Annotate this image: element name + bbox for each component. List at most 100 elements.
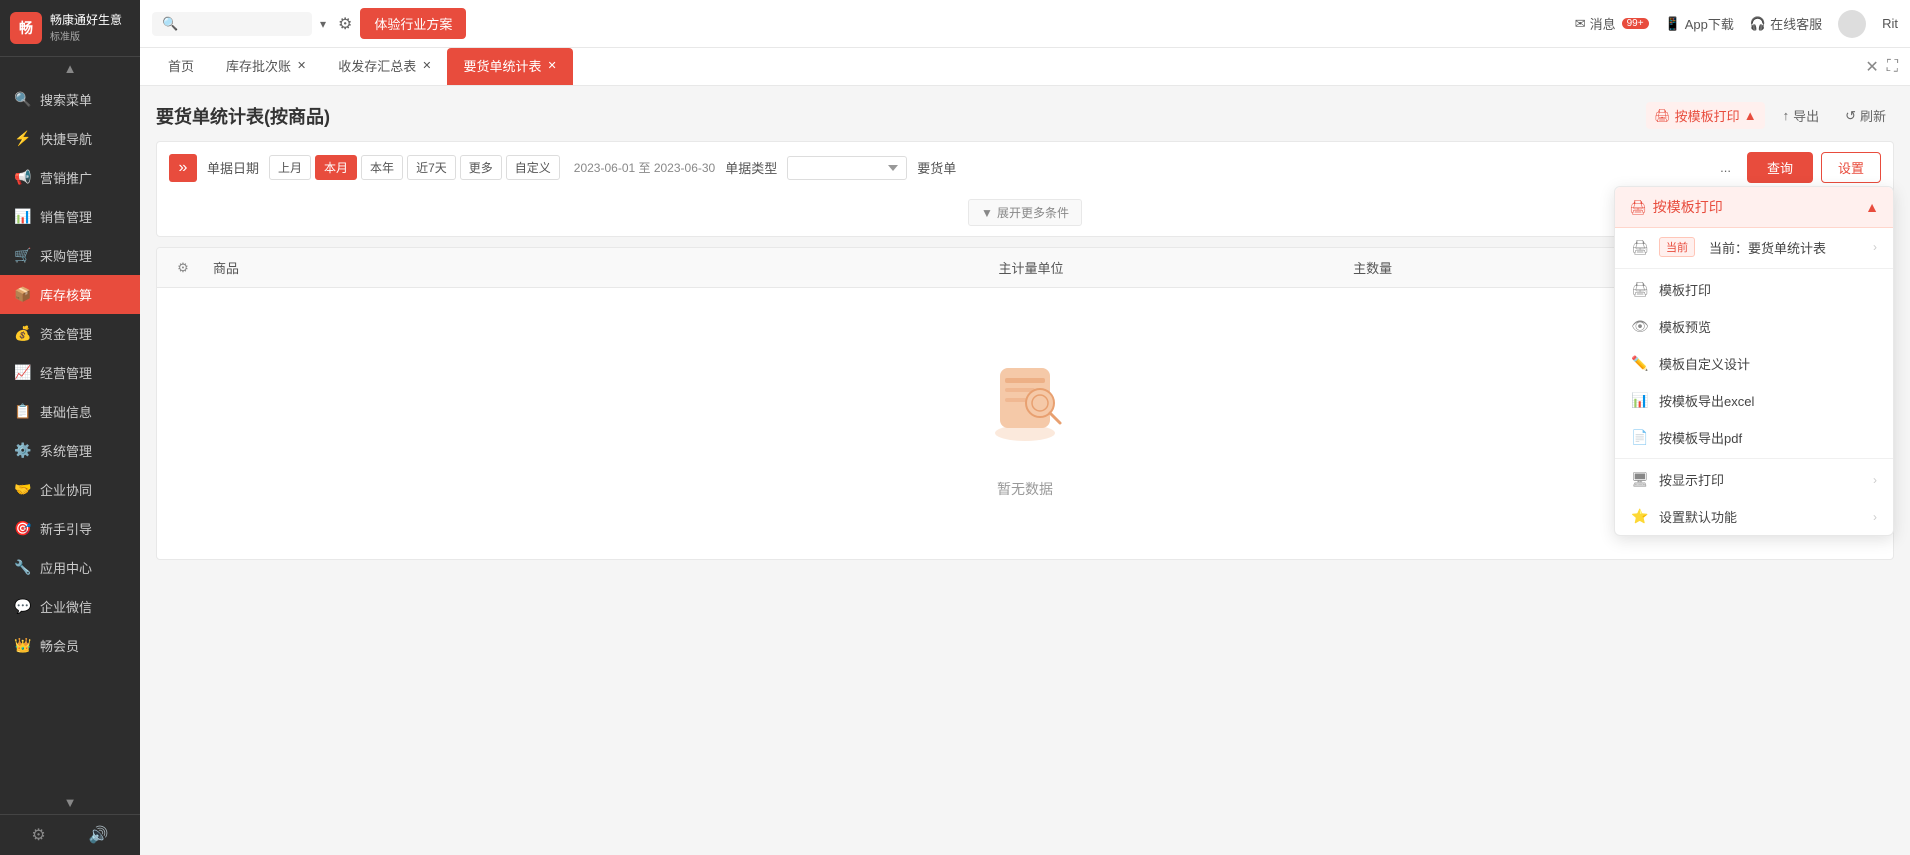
tab-inventory-batch[interactable]: 库存批次账 ✕: [210, 48, 322, 85]
trial-button[interactable]: 体验行业方案: [360, 8, 466, 39]
sidebar-item-wechat[interactable]: 💬 企业微信: [0, 587, 140, 626]
sidebar-item-label: 基础信息: [40, 402, 92, 421]
sidebar-logo: 畅 畅康通好生意 标准版: [0, 0, 140, 57]
tab-expand-icon[interactable]: ⛶: [1887, 58, 1898, 76]
design-icon-item3: ✏️: [1631, 355, 1649, 372]
search-icon: 🔍: [14, 91, 32, 108]
tab-order-stats[interactable]: 要货单统计表 ✕: [447, 48, 572, 85]
sidebar-item-label: 采购管理: [40, 246, 92, 265]
expand-icon: ▼: [981, 206, 993, 220]
default-icon: ⭐: [1631, 508, 1649, 525]
dropdown-item-template-preview[interactable]: 👁 模板预览: [1615, 308, 1893, 345]
date-filter-label: 单据日期: [207, 158, 259, 177]
avatar[interactable]: [1838, 10, 1866, 38]
date-range-display: 2023-06-01 至 2023-06-30: [574, 159, 715, 176]
order-type-select[interactable]: [787, 156, 907, 180]
sidebar-item-nav[interactable]: ⚡ 快捷导航: [0, 119, 140, 158]
sidebar-item-label: 新手引导: [40, 519, 92, 538]
search-input[interactable]: [184, 17, 304, 31]
current-template-icon: 🖨: [1631, 239, 1649, 256]
dropdown-item-export-pdf[interactable]: 📄 按模板导出pdf: [1615, 419, 1893, 456]
chevron-right-icon-display: ›: [1873, 473, 1877, 487]
sidebar-item-marketing[interactable]: 📢 营销推广: [0, 158, 140, 197]
dropdown-collapse-icon[interactable]: ▲: [1865, 199, 1879, 215]
app-download-btn[interactable]: 📱 App下载: [1665, 14, 1734, 33]
tab-inventory-batch-close[interactable]: ✕: [297, 59, 306, 72]
dropdown-title: 🖨 按模板打印: [1629, 197, 1723, 217]
tab-order-stats-close[interactable]: ✕: [548, 59, 557, 72]
sidebar-item-enterprise[interactable]: 🤝 企业协同: [0, 470, 140, 509]
dropdown-item-label-2: 模板预览: [1659, 317, 1711, 336]
handshake-icon: 🤝: [14, 481, 32, 498]
date-buttons: 上月 本月 本年 近7天 更多 自定义: [269, 155, 560, 180]
dropdown-item-label-4: 按模板导出excel: [1659, 391, 1754, 410]
filter-actions: ... 查询 设置: [1712, 152, 1881, 183]
dropdown-item-set-default[interactable]: ⭐ 设置默认功能 ›: [1615, 498, 1893, 535]
export-btn[interactable]: ↑ 导出: [1775, 102, 1828, 129]
sidebar-item-label: 企业微信: [40, 597, 92, 616]
chart-icon: 📊: [14, 208, 32, 225]
date-prev-month[interactable]: 上月: [269, 155, 311, 180]
dropdown-item-template-design[interactable]: ✏️ 模板自定义设计: [1615, 345, 1893, 382]
settings-footer-icon[interactable]: ⚙: [31, 825, 45, 845]
audio-footer-icon[interactable]: 🔊: [89, 825, 109, 845]
tab-home[interactable]: 首页: [152, 48, 210, 85]
sidebar-item-purchase[interactable]: 🛒 采购管理: [0, 236, 140, 275]
tab-receipt-summary[interactable]: 收发存汇总表 ✕: [322, 48, 447, 85]
sidebar-item-inventory[interactable]: 📦 库存核算: [0, 275, 140, 314]
online-service-btn[interactable]: 🎧 在线客服: [1750, 14, 1822, 33]
order-goods-label: 要货单: [917, 158, 956, 177]
dropdown-item-export-excel[interactable]: 📊 按模板导出excel: [1615, 382, 1893, 419]
sidebar-item-sales[interactable]: 📊 销售管理: [0, 197, 140, 236]
wechat-icon: 💬: [14, 598, 32, 615]
page-actions: 🖨 按模板打印 ▲ ↑ 导出 ↺ 刷新: [1646, 102, 1894, 129]
box-icon: 📦: [14, 286, 32, 303]
date-this-year[interactable]: 本年: [361, 155, 403, 180]
tab-receipt-summary-label: 收发存汇总表: [338, 56, 416, 75]
sidebar-item-label: 营销推广: [40, 168, 92, 187]
sidebar-item-finance[interactable]: 💰 资金管理: [0, 314, 140, 353]
topbar-search-dropdown[interactable]: ▾: [320, 17, 326, 31]
sidebar-item-operations[interactable]: 📈 经营管理: [0, 353, 140, 392]
dropdown-header: 🖨 按模板打印 ▲: [1615, 187, 1893, 228]
col-settings[interactable]: ⚙: [165, 250, 201, 286]
display-print-icon: 🖥: [1631, 471, 1649, 488]
dropdown-current-template[interactable]: 🖨 当前 当前：要货单统计表 ›: [1615, 228, 1893, 266]
cart-icon: 🛒: [14, 247, 32, 264]
template-print-btn[interactable]: 🖨 按模板打印 ▲: [1646, 102, 1764, 129]
money-icon: 💰: [14, 325, 32, 342]
more-options-btn[interactable]: ...: [1712, 152, 1739, 183]
sidebar-item-label: 快捷导航: [40, 129, 92, 148]
sidebar-scroll-up[interactable]: ▲: [0, 57, 140, 80]
sidebar-item-search[interactable]: 🔍 搜索菜单: [0, 80, 140, 119]
date-more[interactable]: 更多: [460, 155, 502, 180]
eye-icon-item2: 👁: [1631, 318, 1649, 335]
export-label: 导出: [1793, 106, 1819, 125]
expand-more-conditions[interactable]: ▼ 展开更多条件: [968, 199, 1082, 226]
template-print-label: 按模板打印: [1675, 106, 1740, 125]
refresh-btn[interactable]: ↺ 刷新: [1837, 102, 1894, 129]
topbar-search-box[interactable]: 🔍: [152, 12, 312, 36]
date-custom[interactable]: 自定义: [506, 155, 560, 180]
query-button[interactable]: 查询: [1747, 152, 1813, 183]
sidebar-item-guide[interactable]: 🎯 新手引导: [0, 509, 140, 548]
messages-btn[interactable]: ✉ 消息 99+: [1575, 14, 1649, 33]
sidebar-item-member[interactable]: 👑 畅会员: [0, 626, 140, 665]
dropdown-item-display-print[interactable]: 🖥 按显示打印 ›: [1615, 461, 1893, 498]
tab-close-all-icon[interactable]: ✕: [1865, 57, 1878, 77]
content-area: 要货单统计表(按商品) 🖨 按模板打印 ▲ ↑ 导出 ↺ 刷新: [140, 86, 1910, 855]
excel-icon-item4: 📊: [1631, 392, 1649, 409]
sidebar-nav: 🔍 搜索菜单 ⚡ 快捷导航 📢 营销推广 📊 销售管理 🛒 采购管理 📦 库存核…: [0, 80, 140, 791]
settings-button[interactable]: 设置: [1821, 152, 1881, 183]
dropdown-item-template-print[interactable]: 🖨 模板打印: [1615, 271, 1893, 308]
sidebar-item-system[interactable]: ⚙️ 系统管理: [0, 431, 140, 470]
date-this-month[interactable]: 本月: [315, 155, 357, 180]
sidebar-item-basic[interactable]: 📋 基础信息: [0, 392, 140, 431]
app-badge: 标准版: [50, 28, 122, 43]
date-last-7[interactable]: 近7天: [407, 155, 456, 180]
filter-expand-toggle[interactable]: »: [169, 154, 197, 182]
sidebar-item-apps[interactable]: 🔧 应用中心: [0, 548, 140, 587]
topbar-gear-icon[interactable]: ⚙: [338, 14, 352, 34]
sidebar-scroll-down[interactable]: ▼: [0, 791, 140, 814]
tab-receipt-summary-close[interactable]: ✕: [422, 59, 431, 72]
